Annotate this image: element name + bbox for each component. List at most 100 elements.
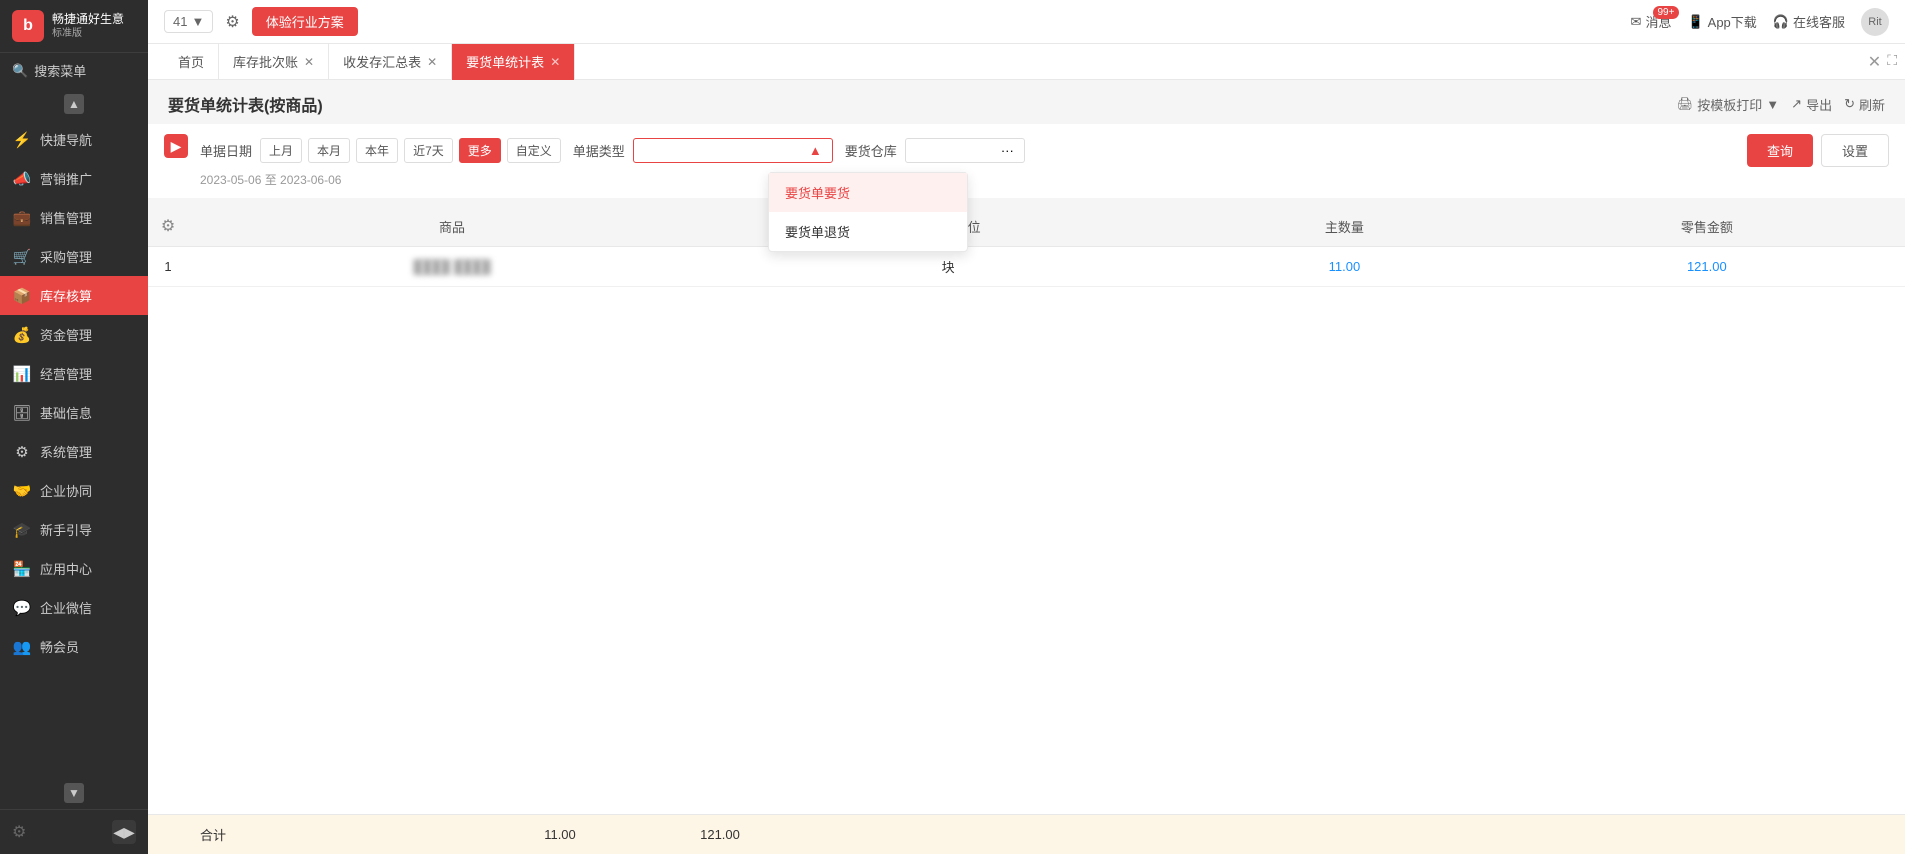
sidebar-item-label: 基础信息 [40,403,92,422]
sidebar-item-label: 经营管理 [40,364,92,383]
topbar-settings-icon[interactable]: ⚙ [225,12,239,32]
message-badge: 99+ [1653,6,1680,19]
top-bar: 41 ▼ ⚙ 体验行业方案 ✉ 消息 99+ 📱 App下载 🎧 在线客服 Ri… [148,0,1905,44]
dropdown-item-order-goods[interactable]: 要货单要货 [769,173,967,212]
sidebar-item-quick-nav[interactable]: ⚡ 快捷导航 [0,120,148,159]
scroll-up-arrow[interactable]: ▲ [64,94,84,114]
sidebar-scroll-up[interactable]: ▲ [0,88,148,120]
scroll-down-arrow[interactable]: ▼ [64,783,84,803]
tab-inventory-batch[interactable]: 库存批次账✕ [219,44,329,80]
print-action[interactable]: 🖨 按模板打印 ▼ [1677,95,1779,114]
row-qty: 11.00 [1180,247,1509,287]
sidebar-item-label: 新手引导 [40,520,92,539]
gear-icon[interactable]: ⚙ [161,218,175,235]
sidebar-item-sales[interactable]: 💼 销售管理 [0,198,148,237]
tab-shipper-summary[interactable]: 收发存汇总表✕ [329,44,452,80]
sidebar-item-label: 快捷导航 [40,130,92,149]
export-icon: ↗ [1791,96,1802,112]
date-btn-last-month[interactable]: 上月 [260,138,302,163]
sidebar-item-guide[interactable]: 🎓 新手引导 [0,510,148,549]
goods-header: 商品 [188,206,716,247]
sidebar-settings-icon[interactable]: ⚙ [12,822,26,842]
sidebar-item-inventory[interactable]: 📦 库存核算 [0,276,148,315]
date-btn-this-year[interactable]: 本年 [356,138,398,163]
sidebar-scroll-down[interactable]: ▼ [0,777,148,809]
window-close-icon[interactable]: ✕ [1868,52,1881,72]
sidebar-item-operation[interactable]: 📊 经营管理 [0,354,148,393]
page-title: 要货单统计表(按商品) [168,92,323,116]
quick-nav-icon: ⚡ [12,131,32,149]
amount-header: 零售金额 [1509,206,1905,247]
app-icon: 📱 [1687,14,1703,30]
window-expand-icon[interactable]: ⛶ [1887,52,1897,72]
settings-button[interactable]: 设置 [1821,134,1889,167]
warehouse-select[interactable]: ··· [905,138,1025,163]
date-filter-group: 单据日期 上月本月本年近7天更多自定义 [200,138,561,163]
finance-icon: 💰 [12,326,32,344]
sidebar-item-marketing[interactable]: 📣 营销推广 [0,159,148,198]
qty-header: 主数量 [1180,206,1509,247]
date-btn-this-month[interactable]: 本月 [308,138,350,163]
basic-icon: 🗄 [12,404,32,422]
online-service-item[interactable]: 🎧 在线客服 [1773,12,1845,31]
top-bar-right: ✉ 消息 99+ 📱 App下载 🎧 在线客服 Rit [1631,8,1889,36]
type-select-box[interactable]: ▲ [633,138,833,163]
print-chevron-icon: ▼ [1766,97,1779,112]
footer-label: 合计 [160,825,360,844]
system-icon: ⚙ [12,443,32,461]
tab-bar-actions: ✕ ⛶ [1868,52,1897,72]
date-label: 单据日期 [200,141,252,160]
refresh-action[interactable]: ↻ 刷新 [1844,95,1885,114]
store-selector[interactable]: 41 ▼ [164,10,213,33]
sidebar-item-wechat[interactable]: 💬 企业微信 [0,588,148,627]
sidebar-item-label: 营销推广 [40,169,92,188]
sidebar-item-label: 采购管理 [40,247,92,266]
row-amount: 121.00 [1509,247,1905,287]
tab-close-order-stats[interactable]: ✕ [550,55,560,69]
sidebar-item-label: 应用中心 [40,559,92,578]
sidebar-logo: b 畅捷通好生意 标准版 [0,0,148,53]
avatar[interactable]: Rit [1861,8,1889,36]
inventory-icon: 📦 [12,287,32,305]
sidebar-search[interactable]: 🔍 搜索菜单 [0,53,148,88]
tab-home[interactable]: 首页 [164,44,219,80]
sidebar-item-basic[interactable]: 🗄 基础信息 [0,393,148,432]
operation-icon: 📊 [12,365,32,383]
sidebar: b 畅捷通好生意 标准版 🔍 搜索菜单 ▲ ⚡ 快捷导航 📣 营销推广 💼 销售… [0,0,148,854]
app-download-item[interactable]: 📱 App下载 [1687,12,1756,31]
table-row: 1 ████ ████ 块 11.00 121.00 [148,247,1905,287]
tab-bar: 首页库存批次账✕收发存汇总表✕要货单统计表✕ ✕ ⛶ [148,44,1905,80]
row-goods: ████ ████ [188,247,716,287]
guide-icon: 🎓 [12,521,32,539]
tab-close-shipper-summary[interactable]: ✕ [427,55,437,69]
query-button[interactable]: 查询 [1747,134,1813,167]
date-btn-more[interactable]: 更多 [459,138,501,163]
sidebar-item-system[interactable]: ⚙ 系统管理 [0,432,148,471]
warehouse-label: 要货仓库 [845,141,897,160]
date-btn-custom[interactable]: 自定义 [507,138,561,163]
filter-expand-button[interactable]: ▶ [164,134,188,158]
tab-order-stats[interactable]: 要货单统计表✕ [452,44,575,80]
table-settings-header[interactable]: ⚙ [148,206,188,247]
dropdown-item-return-goods[interactable]: 要货单退货 [769,212,967,251]
export-action[interactable]: ↗ 导出 [1791,95,1832,114]
sidebar-item-finance[interactable]: 💰 资金管理 [0,315,148,354]
sidebar-item-appstore[interactable]: 🏪 应用中心 [0,549,148,588]
sidebar-collapse-button[interactable]: ◀▶ [112,820,136,844]
row-seq: 1 [148,247,188,287]
sidebar-item-member[interactable]: 👥 畅会员 [0,627,148,666]
date-btn-last-7-days[interactable]: 近7天 [404,138,453,163]
message-icon: ✉ [1631,14,1642,30]
appstore-icon: 🏪 [12,560,32,578]
purchase-icon: 🛒 [12,248,32,266]
refresh-icon: ↻ [1844,96,1855,112]
warehouse-more-icon: ··· [1001,143,1014,158]
main-area: 41 ▼ ⚙ 体验行业方案 ✉ 消息 99+ 📱 App下载 🎧 在线客服 Ri… [148,0,1905,854]
message-item[interactable]: ✉ 消息 99+ [1631,12,1672,31]
marketing-icon: 📣 [12,170,32,188]
sidebar-item-purchase[interactable]: 🛒 采购管理 [0,237,148,276]
sidebar-item-collab[interactable]: 🤝 企业协同 [0,471,148,510]
table-container: ⚙ 商品 主计量单位 主数量 零售金额 1 ████ ████ 块 11.00 … [148,206,1905,814]
tab-close-inventory-batch[interactable]: ✕ [304,55,314,69]
industry-button[interactable]: 体验行业方案 [252,7,358,36]
